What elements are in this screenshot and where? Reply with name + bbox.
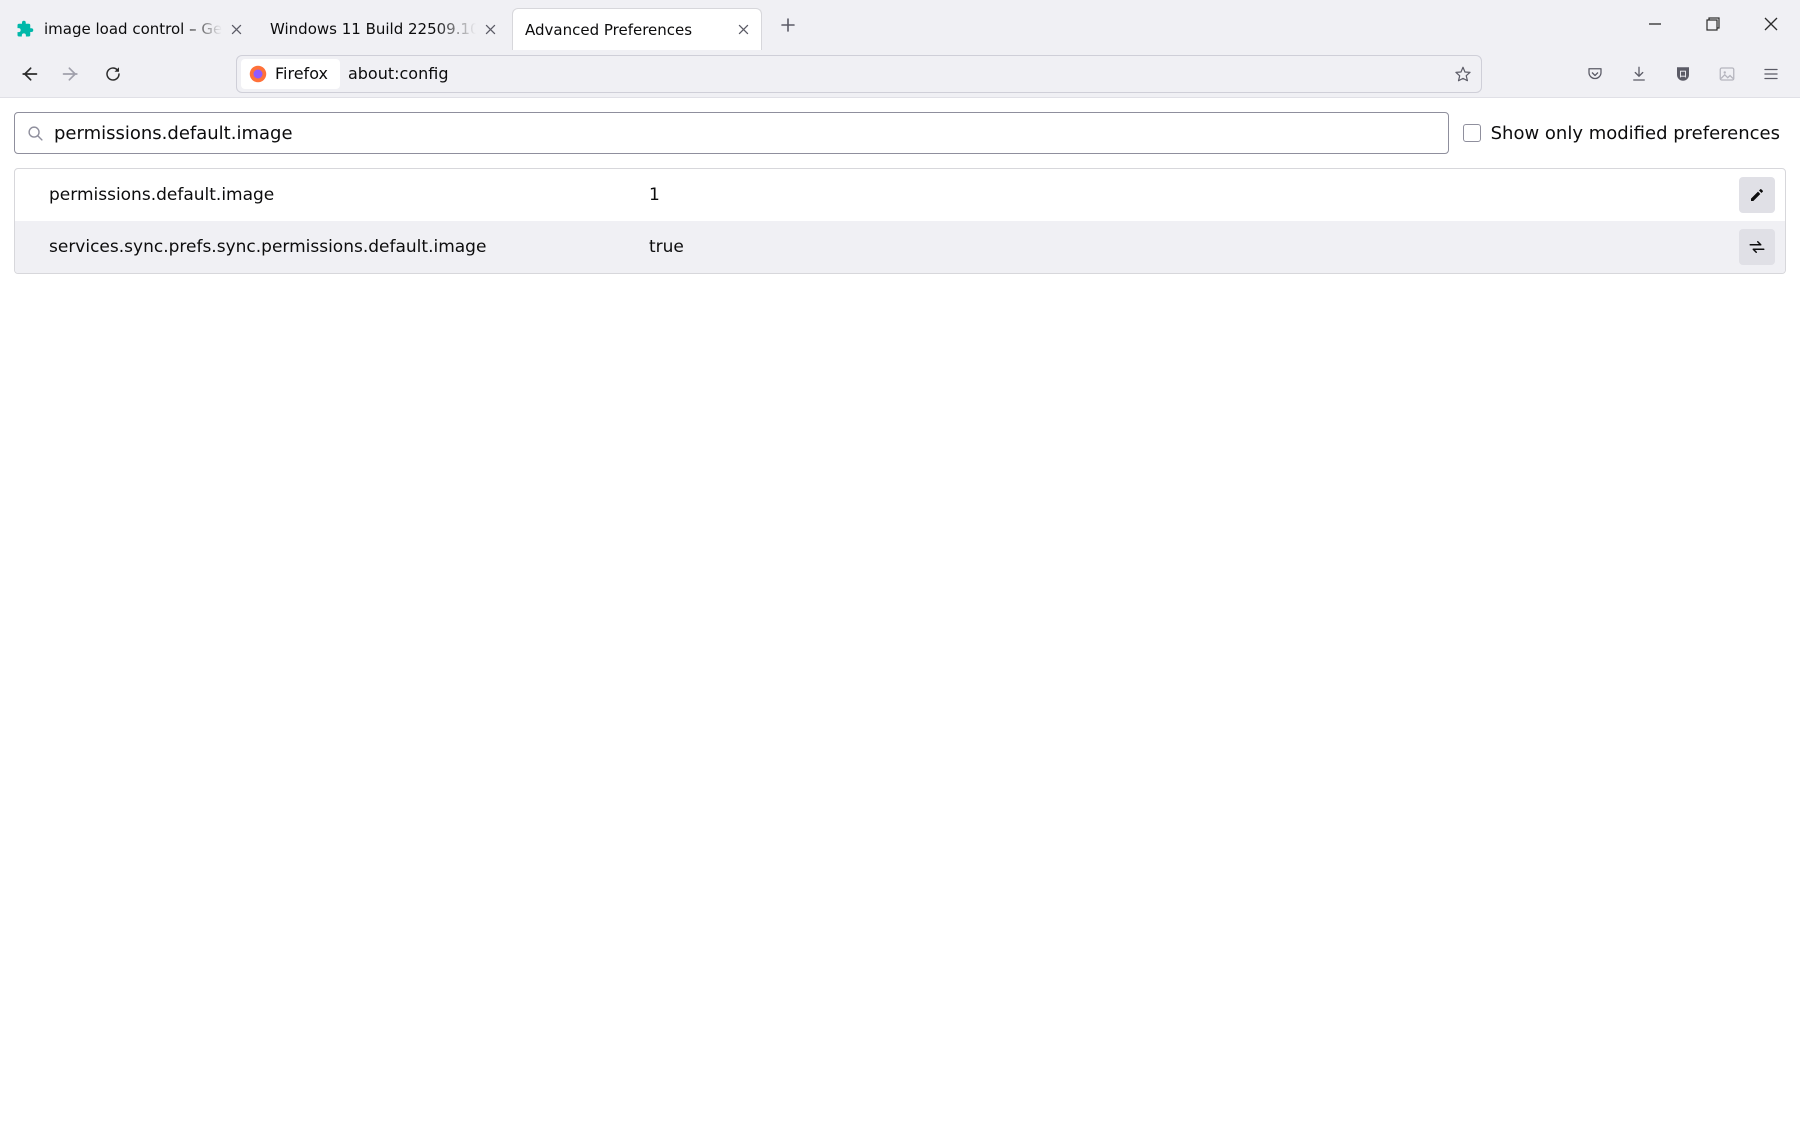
close-window-button[interactable] — [1742, 0, 1800, 48]
pref-row[interactable]: services.sync.prefs.sync.permissions.def… — [15, 221, 1785, 273]
new-tab-button[interactable] — [770, 7, 806, 43]
config-search-row: Show only modified preferences — [0, 98, 1800, 154]
show-modified-only-checkbox[interactable]: Show only modified preferences — [1463, 123, 1786, 144]
identity-box[interactable]: Firefox — [241, 59, 340, 89]
close-tab-button[interactable] — [480, 19, 500, 39]
pref-value: true — [649, 237, 1739, 257]
ublock-icon[interactable]: 口 — [1664, 55, 1702, 93]
tab-windows-news[interactable]: Windows 11 Build 22509.1000 rolls — [258, 8, 508, 50]
pref-name: services.sync.prefs.sync.permissions.def… — [49, 237, 649, 257]
pref-row[interactable]: permissions.default.image 1 — [15, 169, 1785, 221]
edit-pref-button[interactable] — [1739, 177, 1775, 213]
back-button[interactable] — [10, 55, 48, 93]
toolbar-right: 口 — [1576, 55, 1790, 93]
downloads-button[interactable] — [1620, 55, 1658, 93]
firefox-icon — [249, 65, 267, 83]
url-text: about:config — [344, 64, 1445, 83]
close-tab-button[interactable] — [226, 19, 246, 39]
address-bar[interactable]: Firefox about:config — [236, 55, 1482, 93]
show-modified-label: Show only modified preferences — [1491, 123, 1780, 144]
navigation-toolbar: Firefox about:config 口 — [0, 50, 1800, 98]
reload-button[interactable] — [94, 55, 132, 93]
puzzle-icon — [16, 20, 34, 38]
app-menu-button[interactable] — [1752, 55, 1790, 93]
window-controls — [1626, 0, 1800, 50]
tab-title: Windows 11 Build 22509.1000 rolls — [270, 20, 476, 38]
svg-text:口: 口 — [1679, 69, 1687, 78]
pref-name: permissions.default.image — [49, 185, 649, 205]
close-tab-button[interactable] — [733, 20, 753, 40]
pref-value: 1 — [649, 185, 1739, 205]
maximize-button[interactable] — [1684, 0, 1742, 48]
bookmark-star-button[interactable] — [1445, 56, 1481, 92]
tab-title: image load control – Get this Ex — [44, 20, 222, 38]
pref-search-input[interactable] — [54, 123, 1436, 144]
tab-title: Advanced Preferences — [525, 21, 729, 39]
pocket-button[interactable] — [1576, 55, 1614, 93]
pref-search-box[interactable] — [14, 112, 1449, 154]
image-extension-icon[interactable] — [1708, 55, 1746, 93]
tab-advanced-preferences[interactable]: Advanced Preferences — [512, 8, 762, 50]
checkbox-icon — [1463, 124, 1481, 142]
tab-extension[interactable]: image load control – Get this Ex — [4, 8, 254, 50]
minimize-button[interactable] — [1626, 0, 1684, 48]
search-icon — [27, 125, 44, 142]
toggle-pref-button[interactable] — [1739, 229, 1775, 265]
pref-table: permissions.default.image 1 services.syn… — [14, 168, 1786, 274]
forward-button[interactable] — [52, 55, 90, 93]
identity-label: Firefox — [275, 64, 328, 83]
tab-bar: image load control – Get this Ex Windows… — [0, 0, 1800, 50]
